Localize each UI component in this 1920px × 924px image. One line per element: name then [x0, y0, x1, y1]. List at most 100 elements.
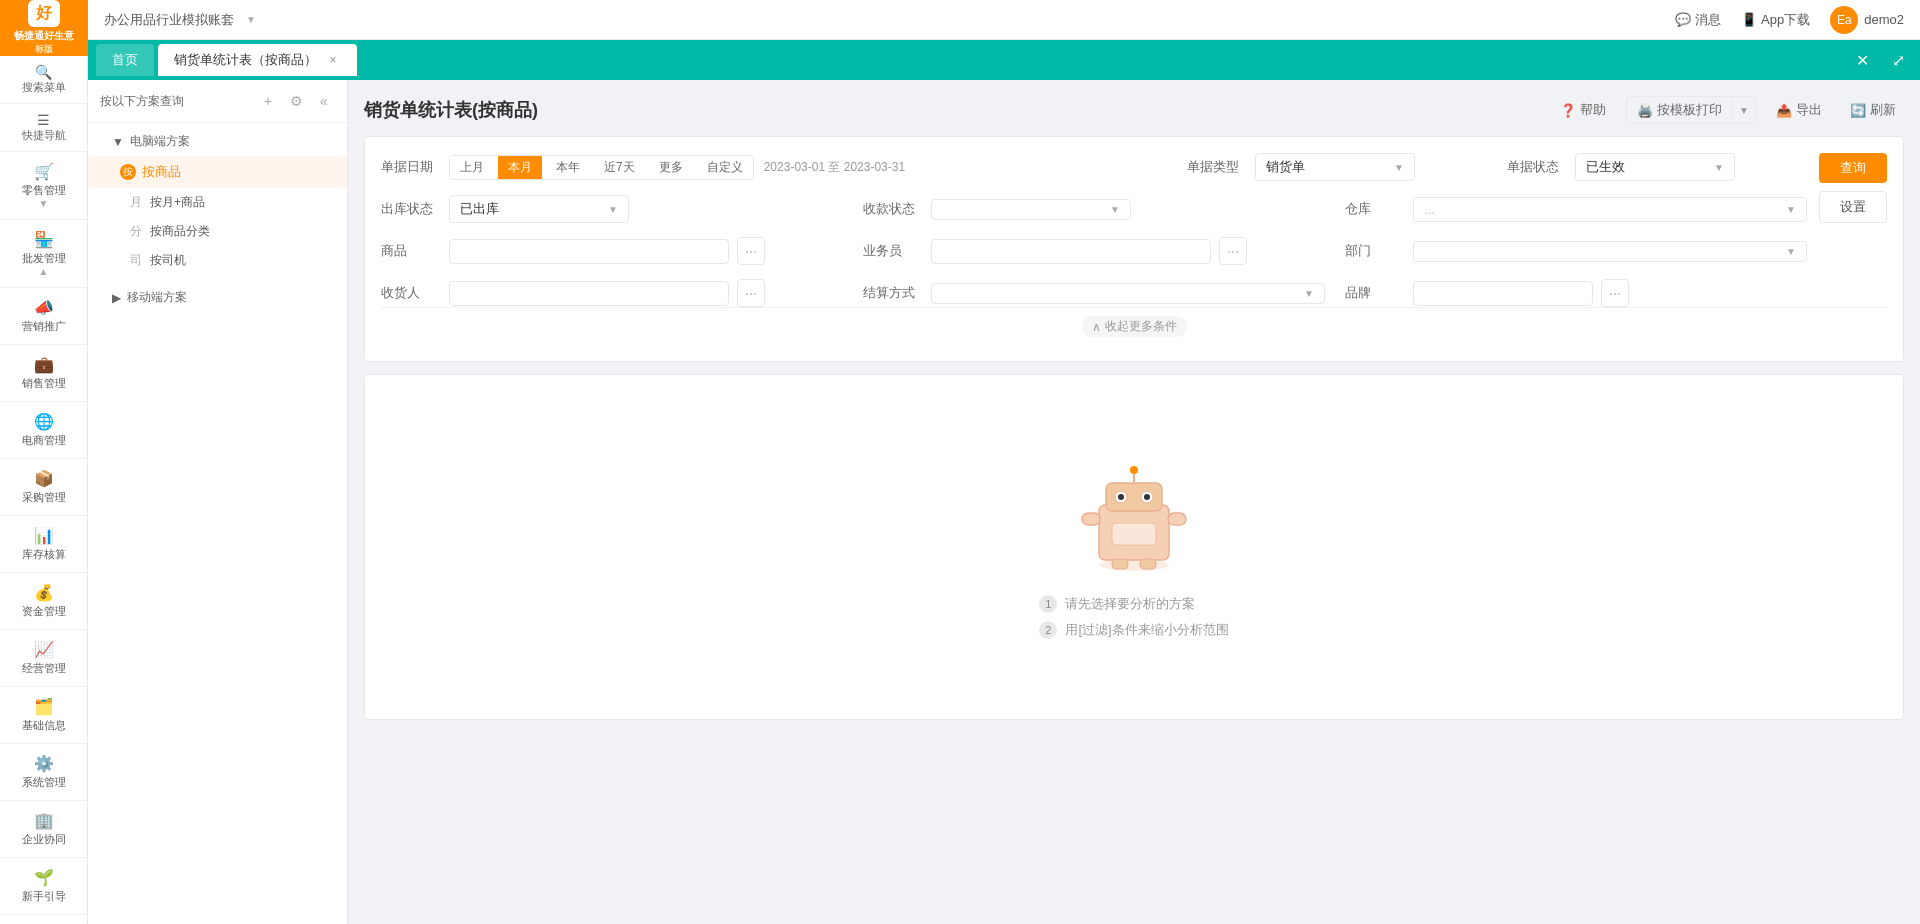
brand-input[interactable] [1413, 281, 1593, 306]
plan-group-desktop-title[interactable]: ▼ 电脑端方案 [88, 127, 347, 156]
panel-collapse-btn[interactable]: « [313, 90, 335, 112]
brand-dots-btn[interactable]: ··· [1601, 279, 1629, 307]
doc-type-value: 销货单 [1266, 158, 1388, 176]
salesperson-input[interactable] [931, 239, 1211, 264]
mobile-group-label: 移动端方案 [127, 289, 187, 306]
date-tab-custom[interactable]: 自定义 [697, 156, 753, 179]
consignee-input[interactable] [449, 281, 729, 306]
messages-label: 消息 [1695, 11, 1721, 29]
salesperson-dots-btn[interactable]: ··· [1219, 237, 1247, 265]
month-goods-icon: 月 [128, 194, 144, 211]
goods-input[interactable] [449, 239, 729, 264]
tab-home[interactable]: 首页 [96, 44, 154, 76]
sidebar-search[interactable]: 🔍 搜索菜单 [0, 56, 87, 104]
date-tabs: 上月 本月 本年 近7天 更多 自定义 [449, 155, 754, 180]
settings-btn[interactable]: 设置 [1819, 191, 1887, 223]
print-template-btn[interactable]: 🖨️ 按模板打印 [1627, 97, 1733, 123]
add-plan-btn[interactable]: + [257, 90, 279, 112]
breadcrumb-dropdown-icon[interactable]: ▼ [246, 14, 256, 25]
query-btn[interactable]: 查询 [1819, 153, 1887, 183]
empty-state: 1 请先选择要分析的方案 2 用[过滤]条件来缩小分析范围 [364, 374, 1904, 720]
sidebar-quick-nav[interactable]: ☰ 快捷导航 [0, 104, 87, 152]
out-status-control: 已出库 ▼ [449, 195, 843, 223]
plan-subitem-driver[interactable]: 司 按司机 [88, 246, 347, 275]
filter-row-2: 出库状态 已出库 ▼ 收款状态 [381, 195, 1807, 223]
plan-item-label-goods: 按商品 [142, 163, 181, 181]
filter-goods-field: 商品 ··· [381, 237, 843, 265]
sidebar-item-marketing[interactable]: 📣 营销推广 [0, 288, 87, 345]
messages-btn[interactable]: 💬 消息 [1675, 11, 1721, 29]
refresh-btn[interactable]: 🔄 刷新 [1842, 97, 1904, 123]
app-logo[interactable]: 好 畅捷通好生意 标版 [0, 0, 88, 56]
system-label: 系统管理 [22, 775, 66, 790]
plan-subitem-label-1: 按月+商品 [150, 194, 205, 211]
sidebar-item-sales[interactable]: 💼 销售管理 [0, 345, 87, 402]
export-btn[interactable]: 📤 导出 [1768, 97, 1830, 123]
enterprise-icon: 🏢 [34, 811, 54, 830]
department-label: 部门 [1345, 242, 1405, 260]
sidebar-item-finance[interactable]: 💰 资金管理 [0, 573, 87, 630]
settlement-select[interactable]: ▼ [931, 283, 1325, 304]
tab-expand-btn[interactable]: ⤢ [1884, 46, 1912, 74]
collapse-filter-btn[interactable]: ∧ 收起更多条件 [1082, 316, 1187, 337]
settings-icon: ⚙ [290, 93, 303, 109]
sidebar-item-inventory[interactable]: 📊 库存核算 [0, 516, 87, 573]
print-icon: 🖨️ [1637, 103, 1653, 118]
plan-subitem-goods-category[interactable]: 分 按商品分类 [88, 217, 347, 246]
svg-rect-13 [1140, 559, 1156, 569]
date-tab-last-month[interactable]: 上月 [450, 156, 494, 179]
left-panel: 按以下方案查询 + ⚙ « ▼ 电脑端方案 [88, 80, 348, 924]
finance-icon: 💰 [34, 583, 54, 602]
date-tab-more[interactable]: 更多 [649, 156, 693, 179]
plan-settings-btn[interactable]: ⚙ [285, 90, 307, 112]
basic-label: 基础信息 [22, 718, 66, 733]
salesperson-control: ··· [931, 237, 1325, 265]
collapse-text: 收起更多条件 [1105, 318, 1177, 335]
user-profile[interactable]: Ea demo2 [1830, 6, 1904, 34]
doc-status-select[interactable]: 已生效 ▼ [1575, 153, 1735, 181]
help-btn[interactable]: ❓ 帮助 [1552, 97, 1614, 123]
sidebar-item-retail[interactable]: 🛒 零售管理 ▼ [0, 152, 87, 220]
plan-dot-icon: 按 [120, 164, 136, 180]
out-status-select[interactable]: 已出库 ▼ [449, 195, 629, 223]
filter-out-status-field: 出库状态 已出库 ▼ [381, 195, 843, 223]
app-download-btn[interactable]: 📱 App下载 [1741, 11, 1810, 29]
page-header: 销货单统计表(按商品) ❓ 帮助 🖨️ 按模板打印 ▼ 📤 [364, 96, 1904, 124]
doc-status-label: 单据状态 [1507, 158, 1567, 176]
sidebar-item-appstore[interactable]: 🔧 应用中心 [0, 915, 87, 924]
date-tab-7days[interactable]: 近7天 [594, 156, 645, 179]
tab-close-all-btn[interactable]: ✕ [1848, 46, 1876, 74]
tab-active[interactable]: 销货单统计表（按商品） × [158, 44, 357, 76]
plan-group-mobile-title[interactable]: ▶ 移动端方案 [88, 283, 347, 312]
sidebar-item-newbie[interactable]: 🌱 新手引导 [0, 858, 87, 915]
print-dropdown-btn[interactable]: ▼ [1733, 101, 1755, 120]
sidebar-item-operation[interactable]: 📈 经营管理 [0, 630, 87, 687]
refresh-label: 刷新 [1870, 101, 1896, 119]
sidebar-item-wholesale[interactable]: 🏪 批发管理 ▲ [0, 220, 87, 288]
breadcrumb-text: 办公用品行业模拟账套 [104, 11, 234, 29]
sidebar-item-enterprise[interactable]: 🏢 企业协同 [0, 801, 87, 858]
sidebar-item-purchase[interactable]: 📦 采购管理 [0, 459, 87, 516]
date-tab-this-month[interactable]: 本月 [498, 156, 542, 179]
goods-dots-btn[interactable]: ··· [737, 237, 765, 265]
sidebar-item-ecommerce[interactable]: 🌐 电商管理 [0, 402, 87, 459]
plan-subitem-month-goods[interactable]: 月 按月+商品 [88, 188, 347, 217]
doc-type-select[interactable]: 销货单 ▼ [1255, 153, 1415, 181]
filter-doc-type-field: 单据类型 销货单 ▼ [1187, 153, 1487, 181]
plan-item-by-goods[interactable]: 按 按商品 [88, 156, 347, 188]
warehouse-select[interactable]: ... ▼ [1413, 197, 1807, 222]
filter-date-field: 单据日期 上月 本月 本年 近7天 更多 自定义 [381, 155, 1167, 180]
export-icon: 📤 [1776, 103, 1792, 118]
tab-close-btn[interactable]: × [325, 52, 341, 68]
sidebar-item-basic[interactable]: 🗂️ 基础信息 [0, 687, 87, 744]
department-select[interactable]: ▼ [1413, 241, 1807, 262]
tip-1-text: 请先选择要分析的方案 [1065, 595, 1195, 613]
date-tab-this-year[interactable]: 本年 [546, 156, 590, 179]
sidebar-item-system[interactable]: ⚙️ 系统管理 [0, 744, 87, 801]
warehouse-label: 仓库 [1345, 200, 1405, 218]
consignee-dots-btn[interactable]: ··· [737, 279, 765, 307]
app-name: 畅捷通好生意 [14, 29, 74, 43]
out-status-label: 出库状态 [381, 200, 441, 218]
goods-category-icon: 分 [128, 223, 144, 240]
payment-status-select[interactable]: ▼ [931, 199, 1131, 220]
